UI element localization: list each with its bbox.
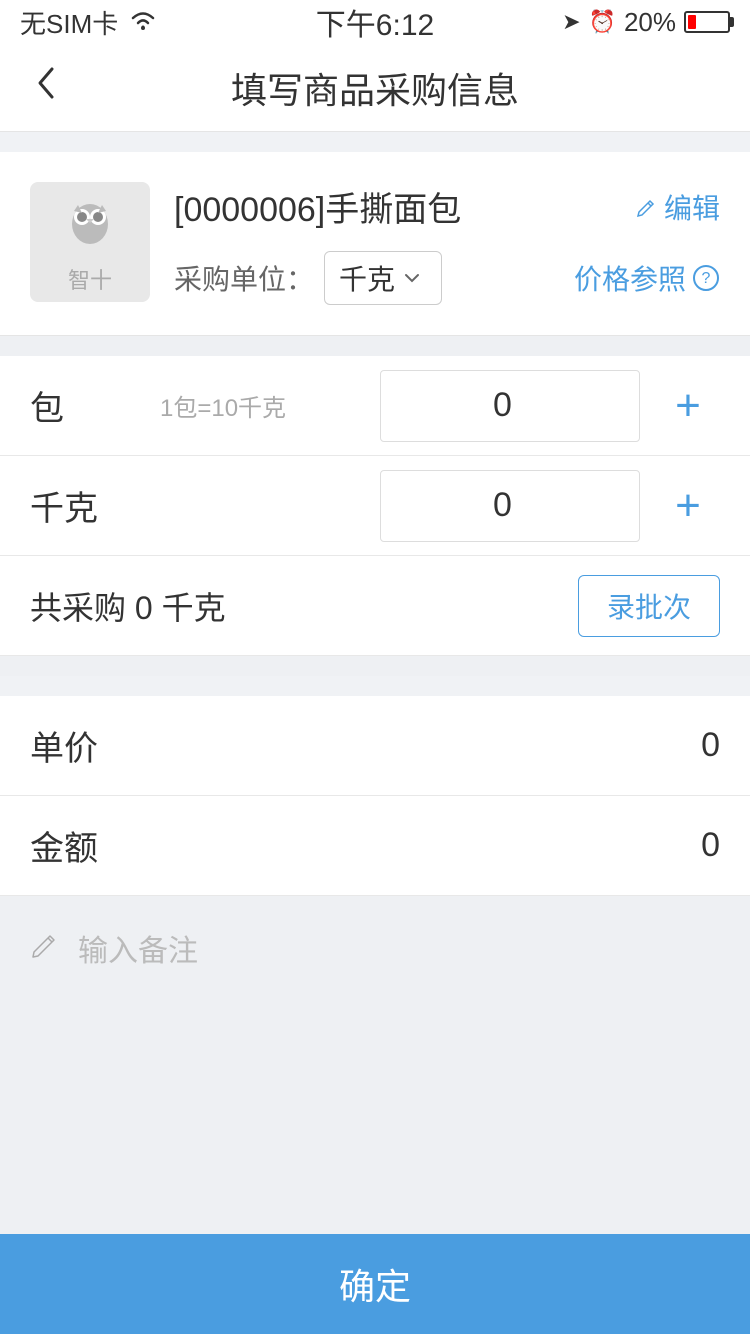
kg-quantity-input[interactable]	[380, 470, 640, 542]
product-thumb-icon	[60, 189, 120, 259]
unit-price-value: 0	[701, 726, 720, 765]
package-input-right: +	[380, 370, 720, 442]
confirm-button[interactable]: 确定	[0, 1234, 750, 1334]
unit-label: 采购单位：	[174, 258, 314, 298]
package-input-row: 包 1包=10千克 +	[0, 356, 750, 456]
remark-section[interactable]: 输入备注	[0, 896, 750, 1000]
unit-price-row: 单价 0	[0, 696, 750, 796]
pencil-icon	[30, 928, 62, 968]
status-right: ➤ ⏰ 20%	[562, 7, 730, 38]
unit-dropdown[interactable]: 千克	[324, 251, 442, 305]
price-reference-button[interactable]: 价格参照 ?	[574, 258, 720, 298]
amount-value: 0	[701, 826, 720, 865]
status-bar: 无SIM卡 下午6:12 ➤ ⏰ 20%	[0, 0, 750, 44]
back-button[interactable]	[30, 61, 60, 115]
edit-button[interactable]: 编辑	[636, 187, 720, 227]
status-time: 下午6:12	[316, 0, 434, 44]
remark-placeholder: 输入备注	[78, 926, 198, 970]
summary-text: 共采购 0 千克	[30, 583, 226, 629]
product-brand-label: 智十	[68, 263, 112, 295]
input-section: 包 1包=10千克 + 千克 + 共采购 0 千克 录批次	[0, 356, 750, 656]
section-separator-2	[0, 656, 750, 676]
product-card: 智十 [0000006]手撕面包 编辑 采购单位： 千克 价格参照 ?	[0, 152, 750, 336]
summary-row: 共采购 0 千克 录批次	[0, 556, 750, 656]
svg-text:?: ?	[702, 270, 711, 287]
kg-plus-button[interactable]: +	[656, 474, 720, 538]
product-info: [0000006]手撕面包 编辑 采购单位： 千克 价格参照 ?	[174, 182, 720, 305]
kg-input-right: +	[380, 470, 720, 542]
package-sublabel: 1包=10千克	[160, 388, 286, 423]
page-title: 填写商品采购信息	[231, 62, 519, 114]
package-plus-button[interactable]: +	[656, 374, 720, 438]
product-thumbnail: 智十	[30, 182, 150, 302]
amount-row: 金额 0	[0, 796, 750, 896]
kg-input-row: 千克 +	[0, 456, 750, 556]
batch-record-button[interactable]: 录批次	[578, 575, 720, 637]
kg-label: 千克	[30, 481, 150, 530]
battery-icon	[684, 11, 730, 33]
product-full-name: [0000006]手撕面包	[174, 182, 461, 231]
package-label: 包	[30, 381, 150, 430]
status-left: 无SIM卡	[20, 4, 158, 41]
package-quantity-input[interactable]	[380, 370, 640, 442]
battery-percent: 20%	[624, 7, 676, 38]
wifi-signal-icon	[128, 7, 158, 38]
alarm-icon: ⏰	[589, 9, 616, 35]
section-separator-1	[0, 336, 750, 356]
product-name-row: [0000006]手撕面包 编辑	[174, 182, 720, 231]
amount-label: 金额	[30, 821, 98, 870]
product-unit-row: 采购单位： 千克 价格参照 ?	[174, 251, 720, 305]
nav-bar: 填写商品采购信息	[0, 44, 750, 132]
carrier-label: 无SIM卡	[20, 4, 118, 41]
location-icon: ➤	[562, 9, 580, 35]
price-section: 单价 0 金额 0	[0, 696, 750, 896]
unit-price-label: 单价	[30, 721, 98, 770]
